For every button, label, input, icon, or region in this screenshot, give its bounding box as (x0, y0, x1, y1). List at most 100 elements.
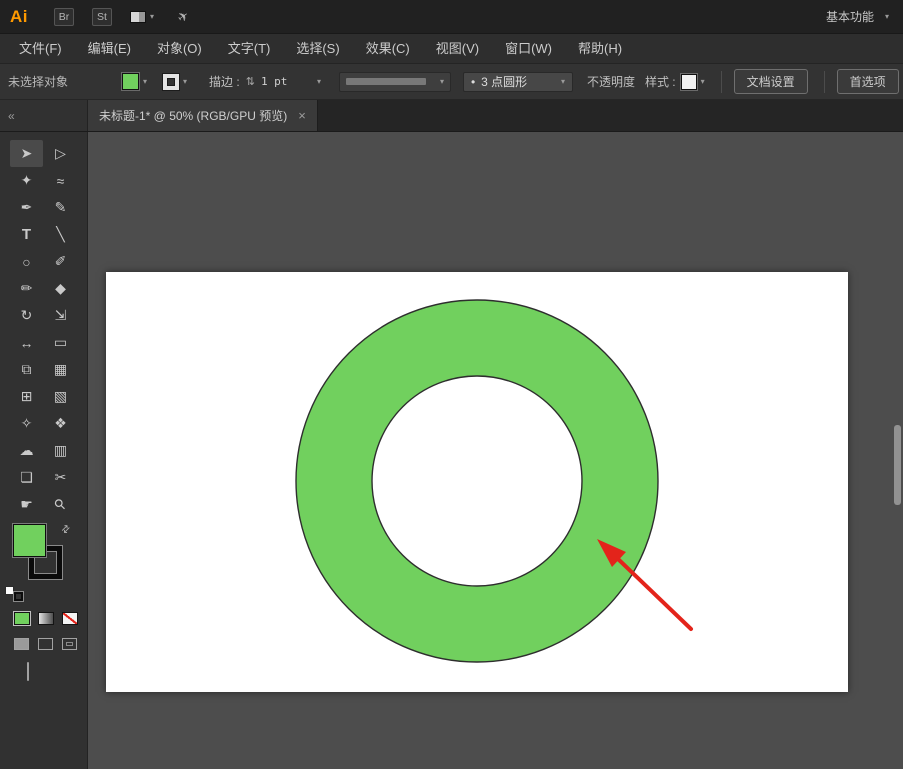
canvas-overlay (88, 132, 902, 769)
workspace-switcher[interactable]: 基本功能 ▾ (826, 8, 903, 25)
fill-swatch-large[interactable] (13, 524, 46, 557)
workspace-label: 基本功能 (826, 8, 874, 25)
mesh-tool[interactable]: ⊞ (10, 383, 43, 410)
chevron-down-icon: ▾ (183, 78, 187, 86)
menu-edit[interactable]: 编辑(E) (75, 34, 144, 63)
rotate-tool[interactable]: ↻ (10, 302, 43, 329)
arrange-documents-control[interactable]: ▾ (130, 11, 154, 23)
stock-button[interactable]: St (92, 8, 112, 26)
stroke-weight-label: 描边 : (209, 73, 240, 90)
document-setup-button[interactable]: 文档设置 (734, 69, 808, 94)
swap-fill-stroke-icon[interactable]: ⇄ (59, 523, 73, 537)
line-segment-tool[interactable]: ╲ (44, 221, 77, 248)
fill-color-swatch (122, 73, 139, 90)
default-stroke-icon (14, 592, 23, 601)
magic-wand-tool[interactable]: ✦ (10, 167, 43, 194)
menu-help[interactable]: 帮助(H) (565, 34, 635, 63)
drawing-mode-row (14, 638, 87, 650)
artboard-tool[interactable]: ❏ (10, 464, 43, 491)
gpu-performance-icon[interactable]: ✈ (174, 7, 192, 26)
default-fill-icon (5, 586, 14, 595)
perspective-grid-tool[interactable]: ▦ (44, 356, 77, 383)
tool-grid: ➤ ▷ ✦ ≈ ✒ ✎ T ╲ ○ ✐ ✏ ◆ ↻ ⇲ ↔ ▭ ⧉ ▦ ⊞ ▧ … (0, 140, 87, 518)
tools-panel: ➤ ▷ ✦ ≈ ✒ ✎ T ╲ ○ ✐ ✏ ◆ ↻ ⇲ ↔ ▭ ⧉ ▦ ⊞ ▧ … (0, 132, 88, 769)
draw-normal-button[interactable] (14, 638, 29, 650)
separator (824, 71, 825, 93)
opacity-label[interactable]: 不透明度 (587, 73, 635, 90)
color-button[interactable] (14, 612, 30, 625)
menu-type[interactable]: 文字(T) (215, 34, 284, 63)
bridge-button[interactable]: Br (54, 8, 74, 26)
none-button[interactable] (62, 612, 78, 625)
hand-tool[interactable]: ☛ (10, 491, 43, 518)
separator (721, 71, 722, 93)
ellipse-tool[interactable]: ○ (10, 248, 43, 275)
column-graph-tool[interactable]: ▥ (44, 437, 77, 464)
brush-definition-dropdown[interactable]: • 3 点圆形 ▾ (463, 72, 573, 92)
screen-mode-row (27, 663, 87, 681)
style-label: 样式 : (645, 73, 676, 90)
scale-tool[interactable]: ⇲ (44, 302, 77, 329)
no-selection-label: 未选择对象 (8, 73, 68, 90)
menu-window[interactable]: 窗口(W) (492, 34, 565, 63)
control-bar: 未选择对象 ▾ ▾ 描边 : ⇅ 1 pt ▾ ▾ • 3 点圆形 ▾ 不透明度… (0, 64, 903, 100)
zoom-tool-icon: ⚲ (51, 495, 70, 514)
gradient-button[interactable] (38, 612, 54, 625)
document-tab[interactable]: 未标题-1* @ 50% (RGB/GPU 预览) × (88, 100, 318, 131)
stroke-weight-value[interactable]: 1 pt (261, 75, 291, 88)
curvature-tool[interactable]: ✎ (44, 194, 77, 221)
stroke-weight-dropdown-icon[interactable]: ▾ (317, 78, 321, 86)
default-fill-stroke-button[interactable] (5, 586, 23, 601)
draw-inside-button[interactable] (62, 638, 77, 650)
preferences-button[interactable]: 首选项 (837, 69, 899, 94)
draw-behind-button[interactable] (38, 638, 53, 650)
gradient-tool[interactable]: ▧ (44, 383, 77, 410)
illustrator-logo-icon: Ai (10, 7, 28, 27)
vertical-scrollbar-thumb[interactable] (894, 425, 901, 505)
menu-file[interactable]: 文件(F) (6, 34, 75, 63)
paintbrush-tool[interactable]: ✐ (44, 248, 77, 275)
symbol-sprayer-tool[interactable]: ☁ (10, 437, 43, 464)
chevron-down-icon: ▾ (150, 13, 154, 21)
brush-name: 3 点圆形 (481, 73, 527, 90)
stroke-color-control[interactable]: ▾ (163, 74, 187, 90)
stroke-weight-stepper-icon[interactable]: ⇅ (246, 75, 255, 88)
fill-color-control[interactable]: ▾ (122, 73, 147, 90)
menu-select[interactable]: 选择(S) (283, 34, 352, 63)
style-swatch (681, 74, 697, 90)
eraser-tool[interactable]: ◆ (44, 275, 77, 302)
selection-tool[interactable]: ➤ (10, 140, 43, 167)
chevron-down-icon: ▾ (885, 13, 889, 21)
menu-view[interactable]: 视图(V) (423, 34, 492, 63)
eyedropper-tool[interactable]: ✧ (10, 410, 43, 437)
toolbar-collapse-button[interactable]: « (0, 100, 88, 131)
chevron-down-icon: ▾ (143, 78, 147, 86)
fill-stroke-area: ⇄ (0, 523, 87, 603)
style-swatch-control[interactable]: ▾ (681, 74, 705, 90)
app-bar: Ai Br St ▾ ✈ 基本功能 ▾ (0, 0, 903, 34)
width-profile-dropdown[interactable]: ▾ (339, 72, 451, 92)
donut-shape[interactable] (296, 300, 658, 662)
pencil-tool[interactable]: ✏ (10, 275, 43, 302)
free-transform-tool[interactable]: ▭ (44, 329, 77, 356)
slice-tool[interactable]: ✂ (44, 464, 77, 491)
direct-selection-tool[interactable]: ▷ (44, 140, 77, 167)
width-tool[interactable]: ↔ (10, 329, 43, 356)
arrange-documents-icon (130, 11, 146, 23)
menu-object[interactable]: 对象(O) (144, 34, 215, 63)
collapse-icon: « (8, 109, 14, 123)
lasso-tool[interactable]: ≈ (44, 167, 77, 194)
tab-close-icon[interactable]: × (298, 108, 306, 123)
document-tab-title: 未标题-1* @ 50% (RGB/GPU 预览) (99, 107, 287, 124)
shape-builder-tool[interactable]: ⧉ (10, 356, 43, 383)
type-tool[interactable]: T (10, 221, 43, 248)
blend-tool[interactable]: ❖ (44, 410, 77, 437)
menu-effect[interactable]: 效果(C) (353, 34, 423, 63)
pen-tool[interactable]: ✒ (10, 194, 43, 221)
document-tab-bar: « 未标题-1* @ 50% (RGB/GPU 预览) × (0, 100, 903, 132)
chevron-down-icon: ▾ (701, 78, 705, 86)
change-screen-mode-button[interactable] (27, 662, 29, 681)
canvas-area[interactable] (88, 132, 903, 769)
zoom-tool[interactable]: ⚲ (44, 491, 77, 518)
brush-preview-icon: • (471, 75, 475, 89)
